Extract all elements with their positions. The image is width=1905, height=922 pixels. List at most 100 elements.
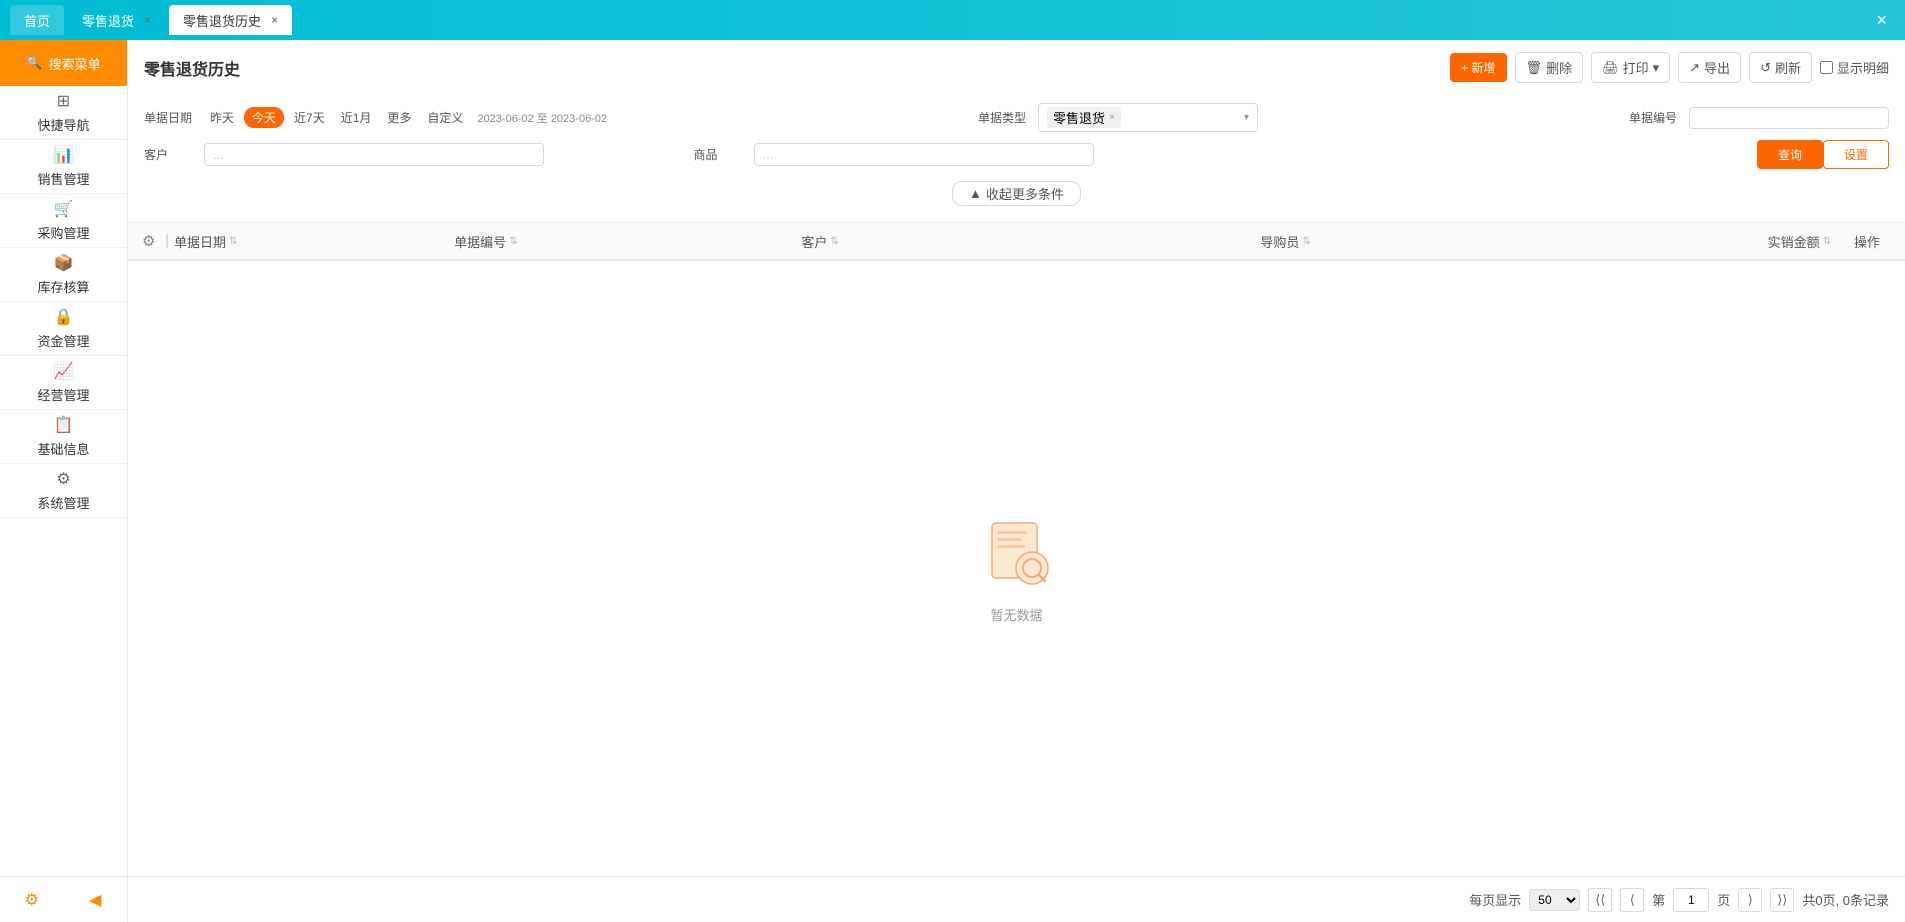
query-button[interactable]: 查询 (1757, 140, 1823, 169)
table-body: 暂无数据 (128, 261, 1905, 876)
tab-home-label: 首页 (24, 11, 50, 30)
page-prev-btn[interactable]: ⟨ (1620, 888, 1644, 912)
export-button[interactable]: ↗ 导出 (1678, 52, 1741, 83)
date-filter-group: 昨天 今天 近7天 近1月 更多 自定义 2023-06-02 至 2023-0… (204, 107, 607, 128)
th-amount: 实销金额 ⇅ (1602, 232, 1837, 251)
delete-button[interactable]: 🗑 删除 (1515, 52, 1584, 83)
tab-retail-return-history-close[interactable]: × (271, 13, 278, 27)
topbar: 首页 零售退货 × 零售退货历史 × × (0, 0, 1905, 40)
filter-row-2: 客户 ... 商品 ... 查询 设置 (144, 140, 1889, 169)
page-next-btn[interactable]: ⟩ (1738, 888, 1762, 912)
quick-nav-icon: ⊞ (57, 91, 70, 111)
page-first-btn[interactable]: ⟨⟨ (1588, 888, 1612, 912)
system-icon: ⚙ (56, 469, 70, 489)
sidebar: 🔍 搜索菜单 ⊞ 快捷导航 📊 销售管理 🛒 采购管理 📦 库存核算 🔒 资金管… (0, 40, 128, 922)
th-date: 单据日期 ⇅ (168, 232, 448, 251)
inventory-icon: 📦 (54, 253, 74, 273)
th-guide: 导购员 ⇅ (1254, 232, 1601, 251)
customer-placeholder: ... (213, 147, 224, 162)
sort-no-icon[interactable]: ⇅ (509, 236, 517, 247)
number-filter-input[interactable] (1689, 107, 1889, 129)
sidebar-item-inventory[interactable]: 📦 库存核算 (0, 248, 127, 302)
collapse-button[interactable]: ▲ 收起更多条件 (952, 181, 1081, 206)
date-filter-label: 单据日期 (144, 109, 204, 126)
print-button[interactable]: 🖨 打印 ▾ (1591, 52, 1670, 83)
page-size-label: 每页显示 (1469, 890, 1521, 909)
sidebar-search[interactable]: 🔍 搜索菜单 (0, 40, 127, 86)
th-no: 单据编号 ⇅ (448, 232, 795, 251)
finance-icon: 🔒 (54, 307, 74, 327)
sidebar-item-label: 资金管理 (37, 331, 89, 350)
page-title-row: 零售退货历史 + 新增 🗑 删除 🖨 打印 ▾ ↗ 导出 (144, 52, 1889, 83)
type-dropdown-arrow: ▾ (1244, 112, 1249, 123)
page-title: 零售退货历史 (144, 56, 240, 80)
sales-icon: 📊 (54, 145, 74, 165)
total-label: 共0页, 0条记录 (1802, 890, 1889, 909)
type-filter-input[interactable]: 零售退货 × ▾ (1038, 103, 1258, 132)
display-detail-checkbox[interactable] (1820, 61, 1833, 74)
sidebar-item-label: 经营管理 (37, 385, 89, 404)
date-1month-btn[interactable]: 近1月 (335, 107, 378, 128)
tab-retail-return-close[interactable]: × (144, 13, 151, 27)
sidebar-item-quick-nav[interactable]: ⊞ 快捷导航 (0, 86, 127, 140)
sort-customer-icon[interactable]: ⇅ (830, 236, 838, 247)
empty-state: 暂无数据 (977, 513, 1057, 624)
goods-filter-input[interactable]: ... (754, 143, 1094, 166)
empty-text: 暂无数据 (990, 605, 1042, 624)
print-icon: 🖨 (1602, 60, 1619, 76)
th-customer: 客户 ⇅ (795, 232, 1254, 251)
table-header: ⚙ 单据日期 ⇅ 单据编号 ⇅ 客户 ⇅ 导购员 ⇅ (128, 223, 1905, 261)
customer-filter-label: 客户 (144, 146, 204, 163)
tab-retail-return-history[interactable]: 零售退货历史 × (169, 5, 292, 35)
date-custom-btn[interactable]: 自定义 (421, 107, 469, 128)
page-size-select[interactable]: 50 10 20 100 (1529, 889, 1580, 911)
page-last-btn[interactable]: ⟩⟩ (1770, 888, 1794, 912)
sort-date-icon[interactable]: ⇅ (229, 236, 237, 247)
date-more-btn[interactable]: 更多 (381, 107, 417, 128)
toolbar: + 新增 🗑 删除 🖨 打印 ▾ ↗ 导出 ↺ (1450, 52, 1889, 83)
sidebar-item-sales-mgmt[interactable]: 📊 销售管理 (0, 140, 127, 194)
customer-filter-input[interactable]: ... (204, 143, 544, 166)
table-area: ⚙ 单据日期 ⇅ 单据编号 ⇅ 客户 ⇅ 导购员 ⇅ (128, 223, 1905, 922)
th-action: 操作 (1837, 232, 1897, 251)
base-info-icon: 📋 (54, 415, 74, 435)
date-range-display: 2023-06-02 至 2023-06-02 (477, 110, 607, 126)
delete-icon: 🗑 (1526, 60, 1543, 76)
sidebar-item-operations[interactable]: 📈 经营管理 (0, 356, 127, 410)
settings-button[interactable]: 设置 (1823, 140, 1889, 169)
page-number-input[interactable] (1673, 888, 1709, 912)
sort-amount-icon[interactable]: ⇅ (1823, 236, 1831, 247)
th-checkbox-area: ⚙ (136, 232, 168, 250)
sidebar-collapse-button[interactable]: ◀ (64, 877, 128, 922)
collapse-bar: ▲ 收起更多条件 (144, 177, 1889, 214)
tab-retail-return[interactable]: 零售退货 × (68, 5, 165, 35)
sidebar-item-system[interactable]: ⚙ 系统管理 (0, 464, 127, 518)
type-tag-close[interactable]: × (1109, 112, 1115, 123)
sidebar-item-base-info[interactable]: 📋 基础信息 (0, 410, 127, 464)
sidebar-bottom: ⚙ ◀ (0, 876, 127, 922)
sidebar-settings-button[interactable]: ⚙ (0, 877, 64, 922)
operations-icon: 📈 (54, 361, 74, 381)
filter-area: 单据日期 昨天 今天 近7天 近1月 更多 自定义 2023-06-02 至 2… (144, 95, 1889, 222)
page-label-pre: 第 (1652, 890, 1665, 909)
table-settings-icon[interactable]: ⚙ (142, 232, 155, 250)
filter-row-1: 单据日期 昨天 今天 近7天 近1月 更多 自定义 2023-06-02 至 2… (144, 103, 1889, 132)
tab-retail-return-label: 零售退货 (82, 11, 134, 30)
date-today-btn[interactable]: 今天 (244, 107, 284, 128)
sort-guide-icon[interactable]: ⇅ (1302, 236, 1310, 247)
date-yesterday-btn[interactable]: 昨天 (204, 107, 240, 128)
goods-placeholder: ... (763, 147, 774, 162)
page-label-post: 页 (1717, 890, 1730, 909)
main-layout: 🔍 搜索菜单 ⊞ 快捷导航 📊 销售管理 🛒 采购管理 📦 库存核算 🔒 资金管… (0, 40, 1905, 922)
new-button[interactable]: + 新增 (1450, 53, 1506, 82)
sidebar-item-label: 快捷导航 (37, 115, 89, 134)
display-detail-toggle[interactable]: 显示明细 (1820, 58, 1889, 77)
tab-home[interactable]: 首页 (10, 5, 64, 35)
sidebar-item-purchase-mgmt[interactable]: 🛒 采购管理 (0, 194, 127, 248)
sidebar-item-finance[interactable]: 🔒 资金管理 (0, 302, 127, 356)
window-close-button[interactable]: × (1868, 10, 1895, 31)
search-icon: 🔍 (26, 55, 42, 71)
sidebar-item-label: 销售管理 (37, 169, 89, 188)
date-7days-btn[interactable]: 近7天 (288, 107, 331, 128)
refresh-button[interactable]: ↺ 刷新 (1749, 52, 1812, 83)
